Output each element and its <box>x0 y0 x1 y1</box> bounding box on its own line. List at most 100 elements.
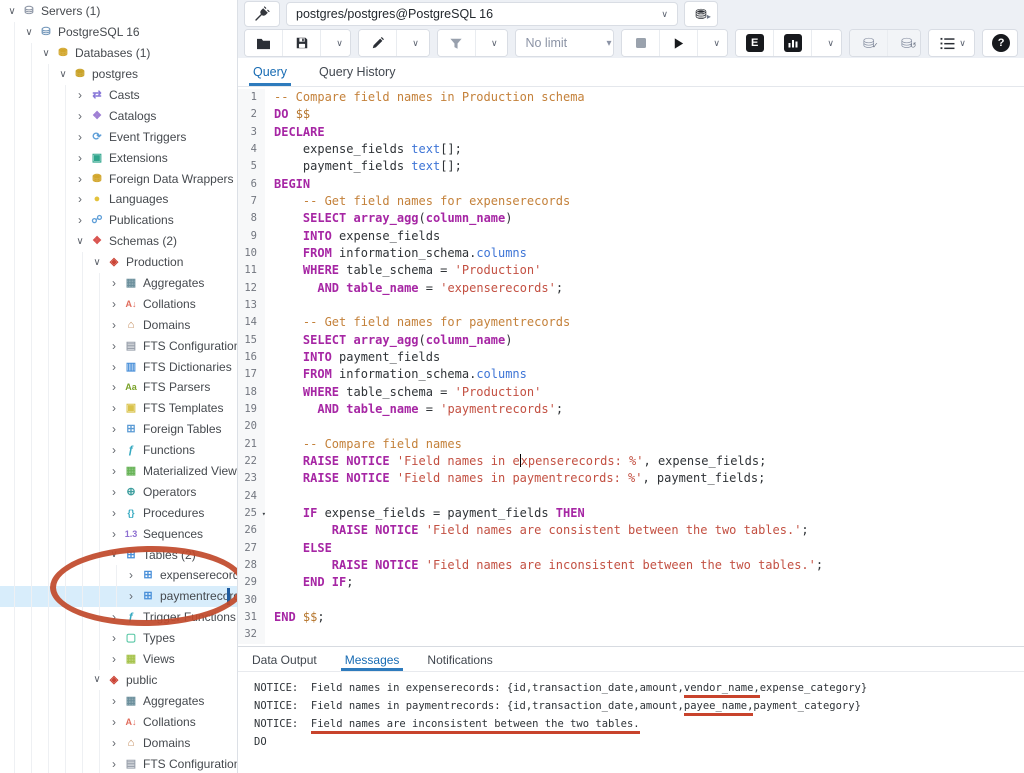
tree-item-languages[interactable]: › ● Languages <box>0 189 237 210</box>
save-menu-button[interactable]: ∨ <box>320 30 351 56</box>
expand-arrow-icon[interactable]: › <box>106 528 122 540</box>
tree-item-collations[interactable]: › A↓ Collations <box>0 293 237 315</box>
connection-selector[interactable]: postgres/postgres@PostgreSQL 16 ∨ <box>286 2 678 26</box>
filter-button[interactable] <box>437 30 475 56</box>
collapse-arrow-icon[interactable]: ∨ <box>106 549 122 560</box>
tree-item-fts-configurations[interactable]: › ▤ FTS Configurations <box>0 753 237 773</box>
expand-arrow-icon[interactable]: › <box>106 632 122 644</box>
tree-item-expenserecords[interactable]: › ⊞ expenserecords <box>0 565 237 586</box>
tree-item-domains[interactable]: › ⌂ Domains <box>0 732 237 753</box>
tree-item-postgres[interactable]: ∨ ⛃ postgres <box>0 63 237 85</box>
save-button[interactable] <box>282 30 320 56</box>
expand-arrow-icon[interactable]: › <box>106 716 122 728</box>
expand-arrow-icon[interactable]: › <box>72 214 88 226</box>
tab-query-history[interactable]: Query History <box>317 59 397 86</box>
expand-arrow-icon[interactable]: › <box>106 361 122 373</box>
tree-item-servers-1[interactable]: ∨ ⛁ Servers (1) <box>0 1 237 22</box>
tree-item-foreign-tables[interactable]: › ⊞ Foreign Tables <box>0 418 237 440</box>
tree-item-domains[interactable]: › ⌂ Domains <box>0 314 237 336</box>
tab-data-output[interactable]: Data Output <box>250 649 319 671</box>
rollback-button[interactable]: ⛁ ↺ <box>887 30 920 56</box>
expand-arrow-icon[interactable]: › <box>106 611 122 623</box>
tree-item-casts[interactable]: › ⇄ Casts <box>0 84 237 106</box>
collapse-arrow-icon[interactable]: ∨ <box>21 27 37 38</box>
tree-item-fts-parsers[interactable]: › Aa FTS Parsers <box>0 377 237 398</box>
tree-item-extensions[interactable]: › ▣ Extensions <box>0 147 237 169</box>
tree-item-types[interactable]: › ▢ Types <box>0 627 237 649</box>
expand-arrow-icon[interactable]: › <box>72 152 88 164</box>
tree-item-functions[interactable]: › ƒ Functions <box>0 439 237 461</box>
expand-arrow-icon[interactable]: › <box>106 298 122 310</box>
tree-item-materialized-views[interactable]: › ▦ Materialized Views <box>0 460 237 482</box>
tree-item-tables-2[interactable]: ∨ ⊞ Tables (2) <box>0 544 237 565</box>
cancel-query-button[interactable] <box>622 30 660 56</box>
expand-arrow-icon[interactable]: › <box>106 444 122 456</box>
explain-button[interactable]: E <box>736 30 774 56</box>
tree-item-collations[interactable]: › A↓ Collations <box>0 711 237 733</box>
tree-item-production[interactable]: ∨ ◈ Production <box>0 251 237 273</box>
expand-arrow-icon[interactable]: › <box>106 465 122 477</box>
collapse-arrow-icon[interactable]: ∨ <box>89 257 105 268</box>
execute-button[interactable] <box>659 30 698 56</box>
filter-menu-button[interactable]: ∨ <box>474 30 508 56</box>
expand-arrow-icon[interactable]: › <box>106 340 122 352</box>
expand-arrow-icon[interactable]: › <box>106 423 122 435</box>
open-file-button[interactable] <box>245 30 282 56</box>
collapse-arrow-icon[interactable]: ∨ <box>4 6 20 17</box>
expand-arrow-icon[interactable]: › <box>106 737 122 749</box>
tree-item-fts-templates[interactable]: › ▣ FTS Templates <box>0 397 237 419</box>
tree-item-trigger-functions[interactable]: › ƒ Trigger Functions <box>0 606 237 628</box>
collapse-arrow-icon[interactable]: ∨ <box>55 69 71 80</box>
expand-arrow-icon[interactable]: › <box>72 131 88 143</box>
expand-arrow-icon[interactable]: › <box>72 193 88 205</box>
expand-arrow-icon[interactable]: › <box>106 486 122 498</box>
connection-status-button[interactable] <box>244 1 280 27</box>
expand-arrow-icon[interactable]: › <box>106 507 122 519</box>
expand-arrow-icon[interactable]: › <box>123 569 139 581</box>
expand-arrow-icon[interactable]: › <box>106 695 122 707</box>
tree-item-aggregates[interactable]: › ▦ Aggregates <box>0 272 237 294</box>
tree-item-databases-1[interactable]: ∨ ⛃ Databases (1) <box>0 42 237 64</box>
tab-notifications[interactable]: Notifications <box>425 649 494 671</box>
expand-arrow-icon[interactable]: › <box>106 402 122 414</box>
edit-button[interactable] <box>359 30 397 56</box>
tree-item-foreign-data-wrappers[interactable]: › ⛃ Foreign Data Wrappers <box>0 168 237 189</box>
row-limit-select[interactable]: No limit ▾ <box>516 30 614 56</box>
collapse-arrow-icon[interactable]: ∨ <box>89 674 105 685</box>
expand-arrow-icon[interactable]: › <box>106 381 122 393</box>
execute-menu-button[interactable]: ∨ <box>697 30 728 56</box>
tree-item-aggregates[interactable]: › ▦ Aggregates <box>0 690 237 712</box>
collapse-arrow-icon[interactable]: ∨ <box>38 48 54 59</box>
new-connection-button[interactable]: ⛃ ▸ <box>684 1 718 27</box>
expand-arrow-icon[interactable]: › <box>72 89 88 101</box>
sql-editor[interactable]: 1 -- Compare field names in Production sc… <box>238 87 1024 646</box>
tree-item-fts-configurations[interactable]: › ▤ FTS Configurations <box>0 335 237 357</box>
tree-item-procedures[interactable]: › {} Procedures <box>0 502 237 524</box>
commit-button[interactable]: ⛁ ✓ <box>850 30 888 56</box>
tree-item-public[interactable]: ∨ ◈ public <box>0 669 237 691</box>
help-button[interactable]: ? <box>982 30 1017 56</box>
tree-item-sequences[interactable]: › 1.3 Sequences <box>0 523 237 545</box>
tree-item-views[interactable]: › ▦ Views <box>0 648 237 670</box>
edit-menu-button[interactable]: ∨ <box>396 30 429 56</box>
tree-item-fts-dictionaries[interactable]: › ▥ FTS Dictionaries <box>0 356 237 377</box>
tab-query[interactable]: Query <box>248 59 292 86</box>
macros-button[interactable]: ∨ <box>928 30 974 56</box>
tree-item-publications[interactable]: › ☍ Publications <box>0 209 237 231</box>
tree-item-event-triggers[interactable]: › ⟳ Event Triggers <box>0 126 237 148</box>
browser-tree-panel[interactable]: ∨ ⛁ Servers (1) ∨ ⛁ PostgreSQL 16 ∨ ⛃ Databases … <box>0 0 238 773</box>
expand-arrow-icon[interactable]: › <box>106 277 122 289</box>
expand-arrow-icon[interactable]: › <box>106 319 122 331</box>
tree-item-paymentrecords[interactable]: › ⊞ paymentrecords <box>0 585 237 607</box>
expand-arrow-icon[interactable]: › <box>106 758 122 770</box>
collapse-arrow-icon[interactable]: ∨ <box>72 236 88 247</box>
explain-menu-button[interactable]: ∨ <box>811 30 842 56</box>
fold-marker-icon[interactable]: ▾ <box>262 506 266 523</box>
expand-arrow-icon[interactable]: › <box>123 590 139 602</box>
explain-analyze-button[interactable] <box>773 30 812 56</box>
tree-item-catalogs[interactable]: › ❖ Catalogs <box>0 105 237 127</box>
expand-arrow-icon[interactable]: › <box>72 173 88 185</box>
tree-item-operators[interactable]: › ⊕ Operators <box>0 481 237 503</box>
tree-item-schemas-2[interactable]: ∨ ❖ Schemas (2) <box>0 230 237 252</box>
expand-arrow-icon[interactable]: › <box>106 653 122 665</box>
